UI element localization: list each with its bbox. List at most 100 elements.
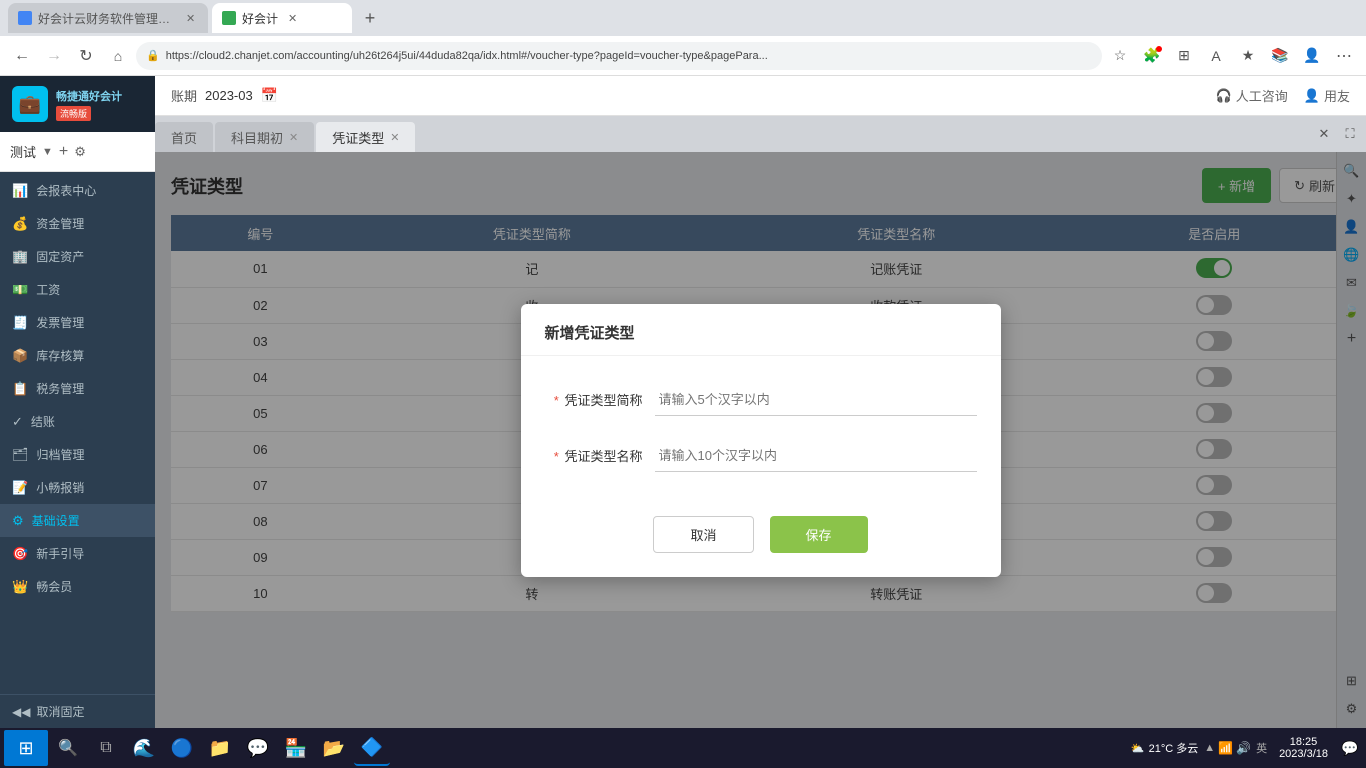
menu-btn[interactable]: ⋯ (1330, 42, 1358, 70)
sidebar-item-tax[interactable]: 📋 税务管理 (0, 372, 155, 405)
cancel-pin[interactable]: ◀◀ 取消固定 (0, 694, 155, 728)
explorer-icon: 📁 (209, 738, 231, 759)
collections-btn[interactable]: 📚 (1266, 42, 1294, 70)
wifi-icon[interactable]: 📶 (1218, 741, 1233, 755)
tab-subject-close[interactable]: ✕ (289, 131, 298, 144)
tab-voucher-type[interactable]: 凭证类型 ✕ (316, 122, 415, 152)
user-btn[interactable]: 👤 用友 (1304, 86, 1350, 105)
sidebar-label-capital: 资金管理 (36, 215, 84, 232)
sidebar-label-tax: 税务管理 (36, 380, 84, 397)
tab-restore-btn[interactable]: ✕ (1312, 122, 1336, 146)
consult-btn[interactable]: 🎧 人工咨询 (1216, 86, 1288, 105)
search-taskbar-btn[interactable]: 🔍 (50, 730, 86, 766)
main-area: 账期 2023-03 📅 🎧 人工咨询 👤 用友 首页 科目期初 ✕ (155, 76, 1366, 728)
windows-icon: ⊞ (18, 738, 33, 759)
sidebar-label-invoice: 发票管理 (36, 314, 84, 331)
save-btn[interactable]: 保存 (770, 516, 868, 553)
clock[interactable]: 18:25 2023/3/18 (1275, 736, 1332, 760)
files-taskbar-btn[interactable]: 📂 (316, 730, 352, 766)
capital-icon: 💰 (12, 216, 28, 232)
tab-home-label: 首页 (171, 128, 197, 147)
profile-btn[interactable]: 👤 (1298, 42, 1326, 70)
cancel-btn[interactable]: 取消 (653, 516, 753, 553)
pin-icon: ◀◀ (12, 705, 30, 719)
name-input[interactable] (655, 440, 977, 472)
files-icon: 📂 (323, 738, 345, 759)
tab-favicon-1 (18, 11, 32, 25)
tab-inactive[interactable]: 好会计云财务软件管理系统_会计 ✕ (8, 3, 208, 33)
dialog-title: 新增凭证类型 (545, 322, 635, 343)
split-btn[interactable]: ⊞ (1170, 42, 1198, 70)
task-view-icon: ⧉ (100, 739, 111, 757)
chrome-taskbar-btn[interactable]: 🔵 (164, 730, 200, 766)
tab-subject-label: 科目期初 (231, 128, 283, 147)
tab-active[interactable]: 好会计 ✕ (212, 3, 352, 33)
tab-voucher-close[interactable]: ✕ (390, 131, 399, 144)
extensions-btn[interactable]: 🧩 (1138, 42, 1166, 70)
sidebar-item-reports[interactable]: 📊 会报表中心 (0, 174, 155, 207)
tab-favicon-2 (222, 11, 236, 25)
sidebar-label-archive: 归档管理 (37, 446, 85, 463)
dialog: 新增凭证类型 * 凭证类型简称 (521, 304, 1001, 577)
favorites-btn[interactable]: ★ (1234, 42, 1262, 70)
add-workspace-btn[interactable]: + (59, 143, 68, 161)
appstore-taskbar-btn[interactable]: 🏪 (278, 730, 314, 766)
sidebar-item-salary[interactable]: 💵 工资 (0, 273, 155, 306)
sidebar-label-salary: 工资 (36, 281, 60, 298)
forward-btn[interactable]: → (40, 42, 68, 70)
workspace-dropdown-icon[interactable]: ▼ (42, 146, 53, 158)
content-wrapper: 凭证类型 + 新增 ↻ 刷新 编号 凭证类型简称 (155, 152, 1366, 728)
sidebar-logo: 💼 畅捷通好会计 流畅版 (0, 76, 155, 132)
sidebar-item-checkout[interactable]: ✓ 结账 (0, 405, 155, 438)
new-tab-btn[interactable]: + (356, 4, 384, 32)
dialog-overlay: 新增凭证类型 * 凭证类型简称 (155, 152, 1366, 728)
tab-home[interactable]: 首页 (155, 122, 213, 152)
sidebar-item-invoice[interactable]: 🧾 发票管理 (0, 306, 155, 339)
back-btn[interactable]: ← (8, 42, 36, 70)
time-display: 18:25 (1279, 736, 1328, 748)
sidebar-item-inventory[interactable]: 📦 库存核算 (0, 339, 155, 372)
tab-voucher-label: 凭证类型 (332, 128, 384, 147)
task-view-btn[interactable]: ⧉ (88, 730, 124, 766)
notification-icon: 💬 (1341, 740, 1358, 757)
tab-maximize-btn[interactable]: ⛶ (1338, 122, 1362, 146)
explorer-taskbar-btn[interactable]: 📁 (202, 730, 238, 766)
dialog-header: 新增凭证类型 (521, 304, 1001, 356)
short-input[interactable] (655, 384, 977, 416)
tax-icon: 📋 (12, 381, 28, 397)
zoom-btn[interactable]: A (1202, 42, 1230, 70)
browser-chrome: 好会计云财务软件管理系统_会计 ✕ 好会计 ✕ + ← → ↻ ⌂ 🔒 http… (0, 0, 1366, 76)
sidebar-label-member: 畅会员 (36, 578, 72, 595)
period-value: 2023-03 (205, 88, 253, 103)
member-icon: 👑 (12, 579, 28, 595)
address-bar[interactable]: 🔒 https://cloud2.chanjet.com/accounting/… (136, 42, 1102, 70)
logo-text: 畅捷通好会计 (56, 88, 122, 104)
bookmark-star[interactable]: ☆ (1106, 42, 1134, 70)
tab-subject[interactable]: 科目期初 ✕ (215, 122, 314, 152)
form-row-short: * 凭证类型简称 (545, 384, 977, 416)
calendar-icon[interactable]: 📅 (261, 87, 278, 104)
tray-up-icon[interactable]: ▲ (1204, 742, 1215, 754)
notification-btn[interactable]: 💬 (1338, 736, 1362, 760)
report2-icon: 📝 (12, 480, 28, 496)
sidebar-item-settings[interactable]: ⚙ 基础设置 (0, 504, 155, 537)
sidebar-item-capital[interactable]: 💰 资金管理 (0, 207, 155, 240)
sidebar-item-assets[interactable]: 🏢 固定资产 (0, 240, 155, 273)
tab-close-1[interactable]: ✕ (186, 12, 195, 25)
edge2-taskbar-btn[interactable]: 🔷 (354, 730, 390, 766)
home-btn[interactable]: ⌂ (104, 42, 132, 70)
start-btn[interactable]: ⊞ (4, 730, 48, 766)
sidebar-label-settings: 基础设置 (32, 512, 80, 529)
tab-bar: 好会计云财务软件管理系统_会计 ✕ 好会计 ✕ + (0, 0, 1366, 36)
sidebar-item-member[interactable]: 👑 畅会员 (0, 570, 155, 603)
edge-taskbar-btn[interactable]: 🌊 (126, 730, 162, 766)
sidebar-item-guide[interactable]: 🎯 新手引导 (0, 537, 155, 570)
reload-btn[interactable]: ↻ (72, 42, 100, 70)
wechat-taskbar-btn[interactable]: 💬 (240, 730, 276, 766)
sidebar-label-reports: 会报表中心 (36, 182, 96, 199)
settings-icon[interactable]: ⚙ (74, 144, 86, 160)
sidebar-item-archive[interactable]: 🗂 归档管理 (0, 438, 155, 471)
tab-close-2[interactable]: ✕ (288, 12, 297, 25)
volume-icon[interactable]: 🔊 (1236, 741, 1251, 755)
sidebar-item-report2[interactable]: 📝 小畅报销 (0, 471, 155, 504)
